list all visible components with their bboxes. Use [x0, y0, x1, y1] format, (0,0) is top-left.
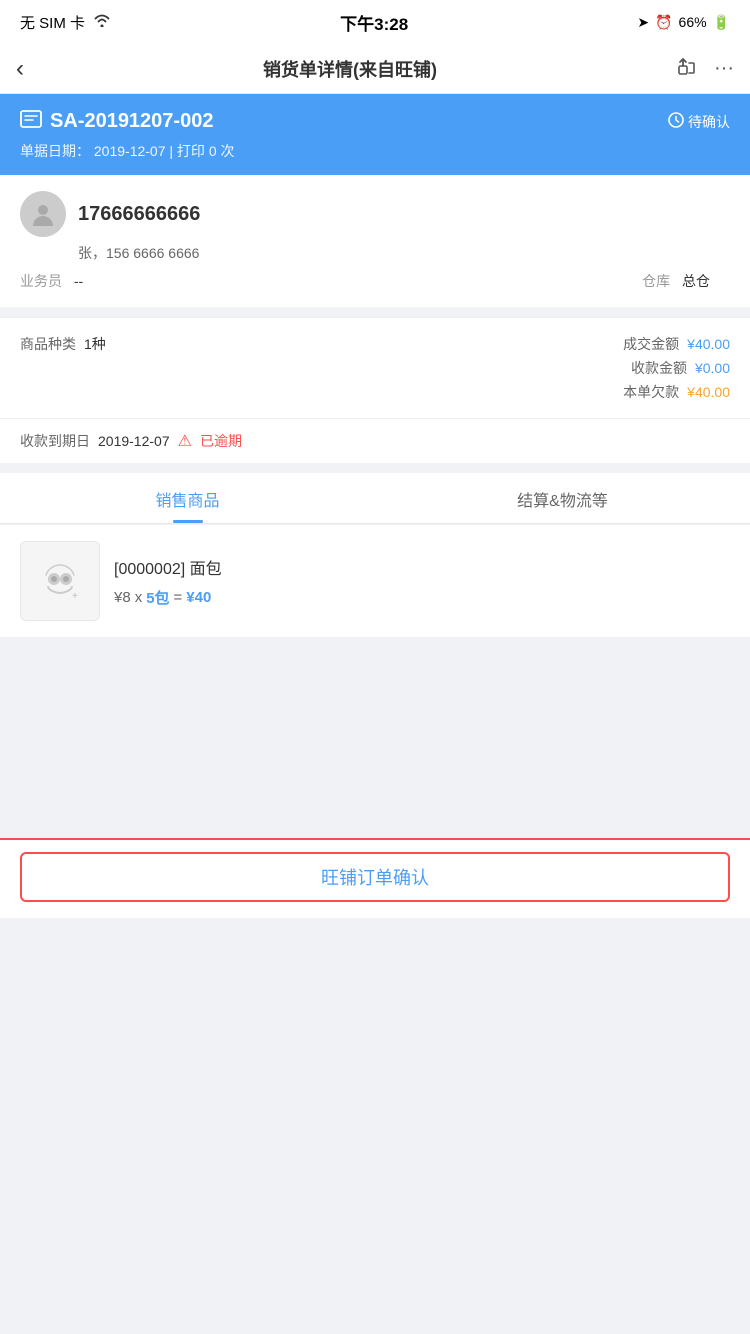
order-id: SA-20191207-002	[20, 110, 213, 133]
location-icon: ➤	[637, 14, 649, 31]
order-status: 待确认	[668, 112, 730, 132]
price-unit: ¥8	[114, 589, 131, 606]
due-section: 收款到期日 2019-12-07 ⚠ 已逾期	[0, 418, 750, 463]
nav-actions: ···	[676, 55, 734, 83]
warehouse-value: 总仓	[682, 273, 710, 289]
product-count-value: 1种	[84, 334, 106, 354]
customer-name: 张，156 6666 6666	[20, 243, 730, 263]
order-id-text: SA-20191207-002	[50, 110, 213, 133]
warehouse-label: 仓库	[642, 273, 670, 289]
owed-label: 本单欠款	[623, 382, 679, 402]
product-item: + [0000002] 面包 ¥8 x 5包 = ¥40	[0, 525, 750, 638]
order-header: SA-20191207-002 待确认 单据日期： 2019-12-07 | 打…	[0, 94, 750, 175]
paid-value: ¥0.00	[695, 360, 730, 376]
battery-icon: 🔋	[713, 14, 730, 31]
alarm-icon: ⏰	[655, 14, 672, 31]
deal-label: 成交金额	[623, 334, 679, 354]
customer-section: 17666666666 张，156 6666 6666 业务员 -- 仓库 总仓	[0, 175, 750, 307]
overdue-badge: 已逾期	[200, 431, 242, 451]
amounts-right: 成交金额 ¥40.00 收款金额 ¥0.00 本单欠款 ¥40.00	[623, 334, 730, 402]
bottom-bar: 旺铺订单确认	[0, 838, 750, 918]
order-header-top: SA-20191207-002 待确认	[20, 110, 730, 133]
sales-label: 业务员	[20, 273, 62, 289]
product-count: 商品种类 1种	[20, 334, 106, 354]
price-total: ¥40	[186, 589, 211, 606]
order-status-text: 待确认	[688, 112, 730, 132]
product-name-text: 面包	[190, 561, 222, 578]
clock-icon	[668, 112, 684, 131]
owed-value: ¥40.00	[687, 384, 730, 400]
deal-amount: 成交金额 ¥40.00	[623, 334, 730, 354]
svg-text:+: +	[72, 591, 78, 602]
multiply-sign: x	[135, 589, 143, 606]
nav-bar: ‹ 销货单详情(来自旺铺) ···	[0, 44, 750, 94]
product-name: [0000002] 面包	[114, 555, 730, 579]
product-count-label: 商品种类	[20, 334, 76, 354]
due-label: 收款到期日	[20, 431, 90, 451]
customer-main-row: 17666666666	[20, 191, 730, 237]
empty-area	[0, 638, 750, 838]
status-right: ➤ ⏰ 66% 🔋	[637, 14, 730, 31]
warehouse-info: 仓库 总仓	[365, 271, 730, 291]
time-display: 下午3:28	[340, 10, 408, 35]
due-row: 收款到期日 2019-12-07 ⚠ 已逾期	[20, 431, 730, 451]
owed-amount: 本单欠款 ¥40.00	[623, 382, 730, 402]
sales-value: --	[74, 273, 83, 289]
paid-label: 收款金额	[631, 358, 687, 378]
tab-settlement-label: 结算&物流等	[517, 493, 608, 510]
tab-settlement[interactable]: 结算&物流等	[375, 473, 750, 523]
customer-phone: 17666666666	[78, 203, 200, 226]
tab-products-label: 销售商品	[155, 493, 219, 510]
sales-info: 业务员 --	[20, 271, 365, 291]
status-bar: 无 SIM 卡 下午3:28 ➤ ⏰ 66% 🔋	[0, 0, 750, 44]
avatar	[20, 191, 66, 237]
overdue-warning-icon: ⚠	[178, 431, 192, 451]
tabs-section: 销售商品 结算&物流等	[0, 473, 750, 524]
amounts-row: 商品种类 1种 成交金额 ¥40.00 收款金额 ¥0.00 本单欠款 ¥40.…	[20, 334, 730, 402]
share-icon[interactable]	[676, 55, 698, 83]
customer-meta: 业务员 -- 仓库 总仓	[20, 271, 730, 291]
order-date: 单据日期： 2019-12-07 | 打印 0 次	[20, 141, 730, 161]
tab-sales-products[interactable]: 销售商品	[0, 473, 375, 523]
page-title: 销货单详情(来自旺铺)	[263, 56, 437, 82]
paid-amount: 收款金额 ¥0.00	[631, 358, 730, 378]
back-button[interactable]: ‹	[16, 55, 24, 83]
amounts-section: 商品种类 1种 成交金额 ¥40.00 收款金额 ¥0.00 本单欠款 ¥40.…	[0, 318, 750, 418]
status-left: 无 SIM 卡	[20, 12, 111, 33]
product-price-row: ¥8 x 5包 = ¥40	[114, 587, 730, 608]
battery-text: 66%	[679, 14, 707, 30]
due-date-value: 2019-12-07	[98, 433, 170, 449]
price-qty: 5包	[146, 587, 169, 608]
overdue-text: 已逾期	[200, 431, 242, 451]
more-icon[interactable]: ···	[714, 57, 734, 80]
product-code: [0000002]	[114, 561, 185, 578]
equals-sign: =	[174, 589, 183, 606]
product-section: + [0000002] 面包 ¥8 x 5包 = ¥40	[0, 525, 750, 638]
wifi-icon	[93, 13, 111, 31]
tabs-row: 销售商品 结算&物流等	[0, 473, 750, 523]
deal-value: ¥40.00	[687, 336, 730, 352]
product-info: [0000002] 面包 ¥8 x 5包 = ¥40	[114, 555, 730, 608]
product-thumbnail: +	[20, 541, 100, 621]
confirm-order-button[interactable]: 旺铺订单确认	[20, 852, 730, 902]
carrier-text: 无 SIM 卡	[20, 12, 85, 33]
confirm-label: 旺铺订单确认	[321, 864, 429, 890]
receipt-icon	[20, 110, 42, 133]
